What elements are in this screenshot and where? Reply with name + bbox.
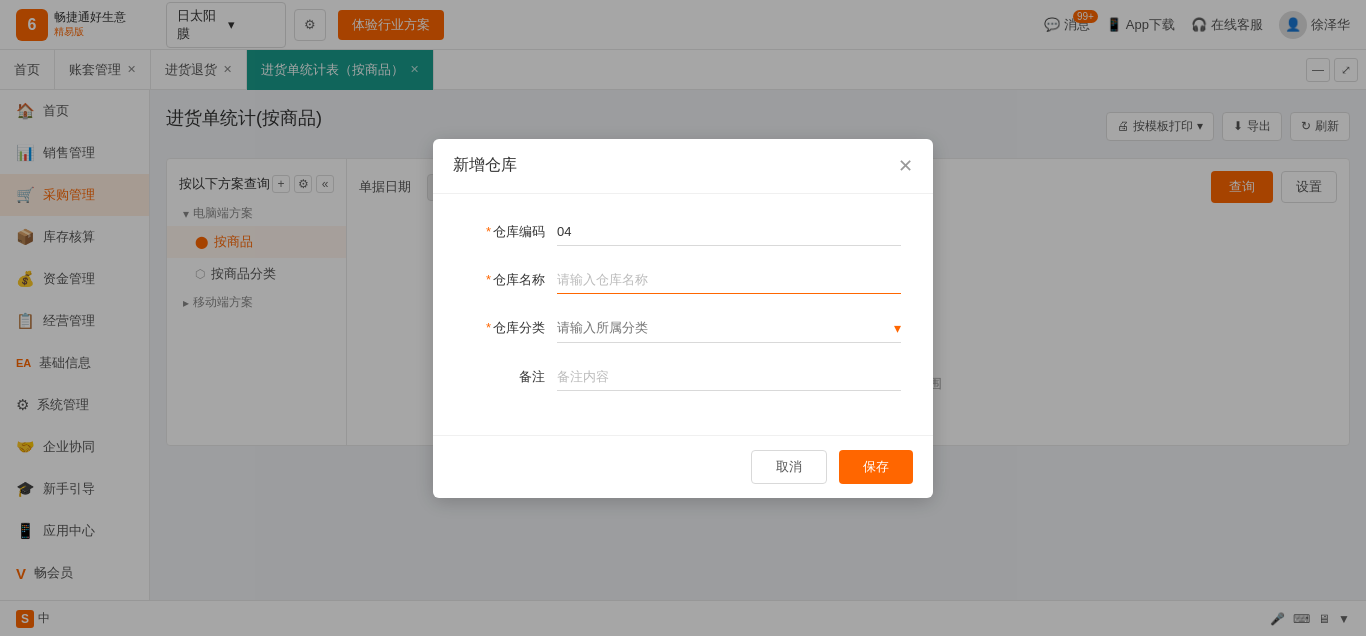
modal-title: 新增仓库 [453,155,517,176]
cancel-button[interactable]: 取消 [751,450,827,484]
modal-close-button[interactable]: ✕ [898,155,913,177]
form-row-name: *仓库名称 [465,266,901,294]
form-label-name: *仓库名称 [465,271,545,289]
warehouse-name-input[interactable] [557,266,901,294]
modal-new-warehouse: 新增仓库 ✕ *仓库编码 *仓库名称 *仓库分类 [433,139,933,498]
warehouse-remark-input[interactable] [557,363,901,391]
modal-body: *仓库编码 *仓库名称 *仓库分类 ▾ [433,194,933,435]
chevron-down-icon: ▾ [894,320,901,336]
save-button[interactable]: 保存 [839,450,913,484]
form-row-code: *仓库编码 [465,218,901,246]
form-row-category: *仓库分类 ▾ [465,314,901,343]
modal-footer: 取消 保存 [433,435,933,498]
modal-header: 新增仓库 ✕ [433,139,933,194]
warehouse-category-select[interactable]: ▾ [557,314,901,343]
form-label-category: *仓库分类 [465,319,545,337]
category-input[interactable] [557,320,894,335]
modal-overlay[interactable]: 新增仓库 ✕ *仓库编码 *仓库名称 *仓库分类 [0,0,1366,636]
form-label-code: *仓库编码 [465,223,545,241]
form-row-remark: 备注 [465,363,901,391]
warehouse-code-input[interactable] [557,218,901,246]
form-label-remark: 备注 [465,368,545,386]
